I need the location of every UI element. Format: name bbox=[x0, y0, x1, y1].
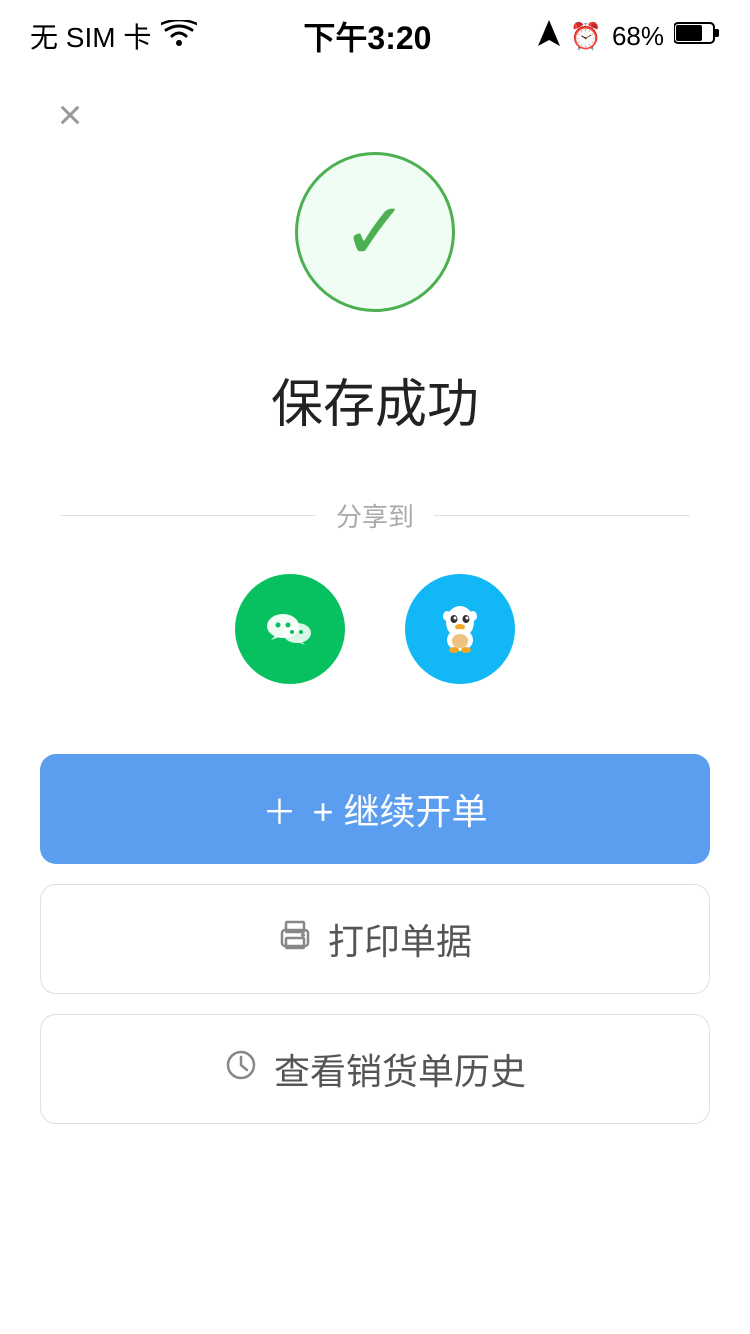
clock-icon bbox=[224, 1048, 258, 1091]
wechat-icon bbox=[261, 600, 319, 658]
main-content: ✓ 保存成功 分享到 bbox=[0, 72, 750, 1124]
battery-icon bbox=[674, 21, 720, 52]
status-right: ⏰ 68% bbox=[538, 20, 720, 53]
history-button[interactable]: 查看销货单历史 bbox=[40, 1014, 710, 1124]
continue-label: + 继续开单 bbox=[312, 783, 487, 835]
share-section: 分享到 bbox=[0, 497, 750, 684]
success-title: 保存成功 bbox=[271, 362, 479, 437]
success-circle: ✓ bbox=[295, 152, 455, 312]
print-label: 打印单据 bbox=[328, 913, 472, 965]
no-sim-label: 无 SIM 卡 bbox=[30, 16, 151, 56]
divider-left bbox=[60, 515, 316, 516]
wifi-icon bbox=[161, 20, 197, 53]
status-time: 下午3:20 bbox=[303, 13, 431, 59]
status-bar: 无 SIM 卡 下午3:20 ⏰ 68% bbox=[0, 0, 750, 72]
wechat-share-button[interactable] bbox=[235, 574, 345, 684]
close-icon: × bbox=[58, 94, 83, 136]
checkmark-icon: ✓ bbox=[341, 192, 408, 272]
qq-share-button[interactable] bbox=[405, 574, 515, 684]
battery-percent: 68% bbox=[612, 21, 664, 52]
printer-icon bbox=[278, 918, 312, 961]
alarm-icon: ⏰ bbox=[570, 21, 602, 52]
continue-button[interactable]: ＋ + 继续开单 bbox=[40, 754, 710, 864]
share-label: 分享到 bbox=[316, 497, 434, 534]
plus-icon: ＋ bbox=[262, 785, 296, 834]
status-left: 无 SIM 卡 bbox=[30, 16, 197, 56]
share-icons-row bbox=[235, 574, 515, 684]
location-icon bbox=[538, 20, 560, 53]
print-button[interactable]: 打印单据 bbox=[40, 884, 710, 994]
history-label: 查看销货单历史 bbox=[274, 1043, 526, 1095]
qq-icon bbox=[431, 600, 489, 658]
divider-right bbox=[434, 515, 690, 516]
buttons-section: ＋ + 继续开单 打印单据 查看销货单历 bbox=[0, 754, 750, 1124]
share-divider-row: 分享到 bbox=[0, 497, 750, 534]
close-button[interactable]: × bbox=[40, 85, 100, 145]
